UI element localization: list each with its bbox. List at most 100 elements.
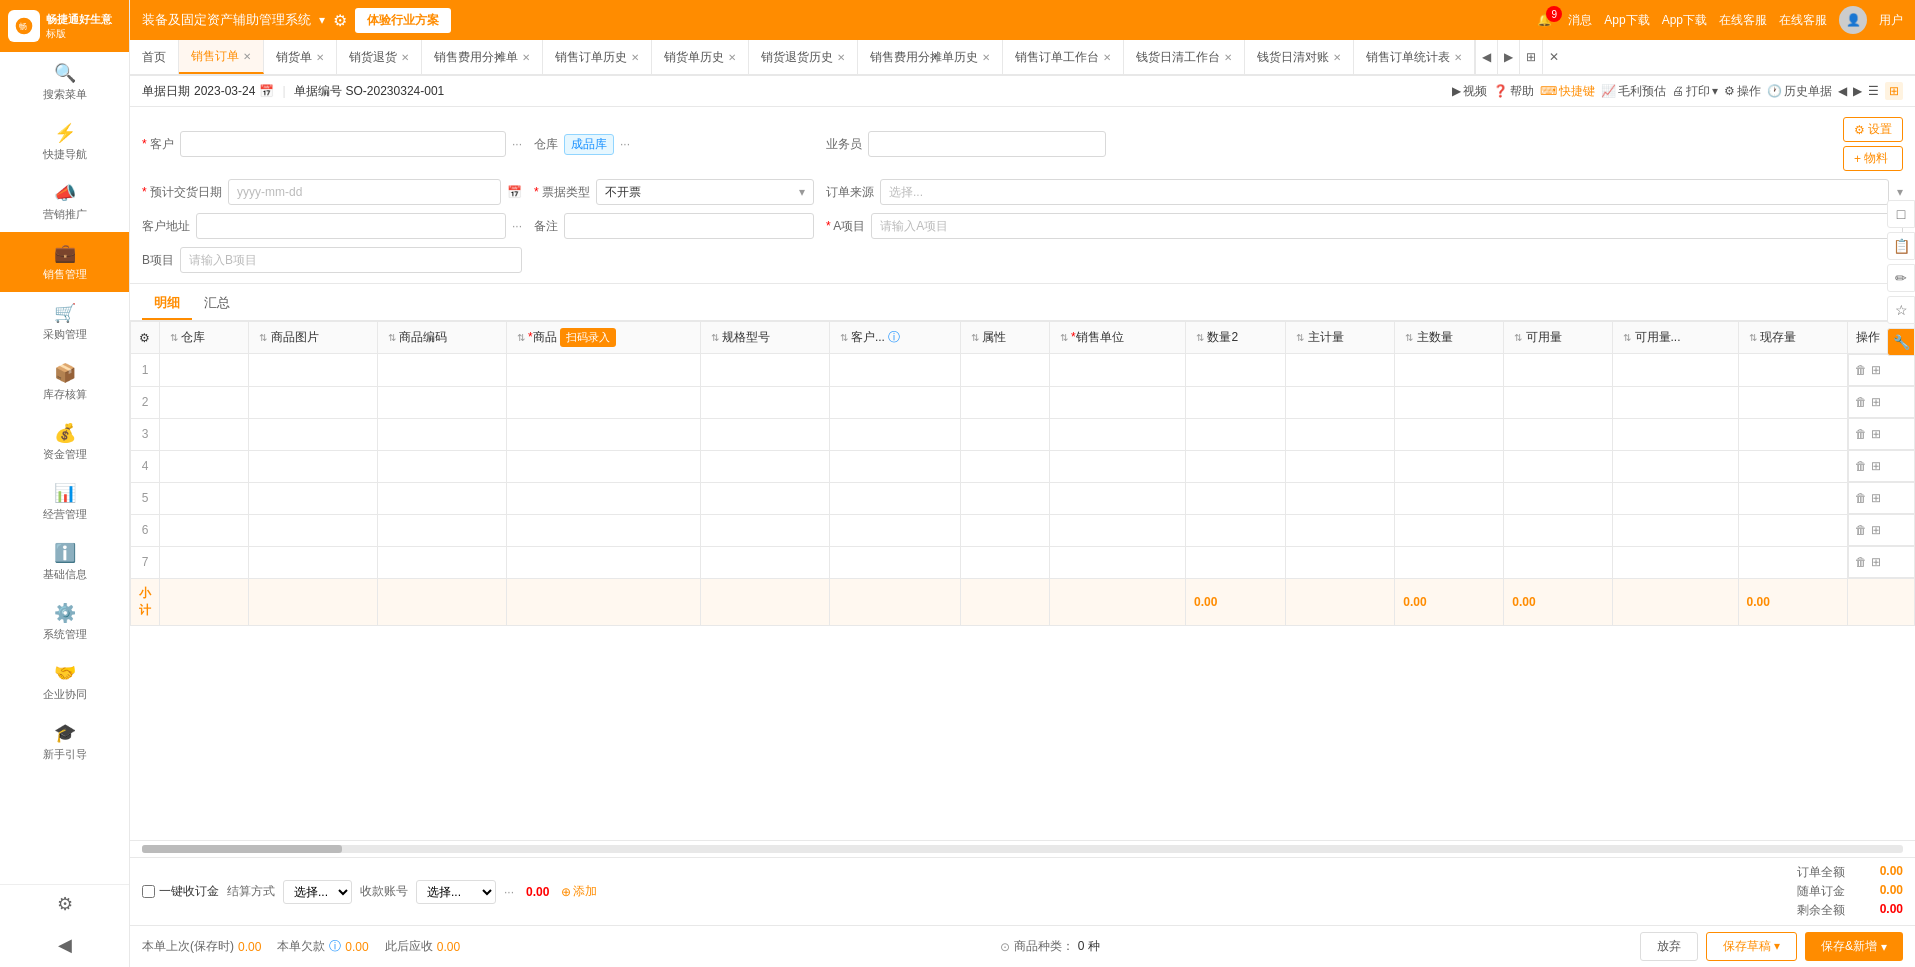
row-sales-unit[interactable] — [1049, 450, 1185, 482]
tab-sales-return[interactable]: 销货退货 ✕ — [337, 40, 422, 74]
row-main-qty[interactable] — [1395, 354, 1504, 387]
staff-input[interactable] — [868, 131, 1106, 157]
sidebar-collapse-btn[interactable]: ◀ — [0, 926, 129, 967]
solution-button[interactable]: 体验行业方案 — [355, 8, 451, 33]
row-stock[interactable] — [1738, 418, 1847, 450]
row-main-unit[interactable] — [1286, 482, 1395, 514]
row-qty2[interactable] — [1186, 450, 1286, 482]
row-customer-code[interactable] — [829, 546, 960, 579]
row-qty2[interactable] — [1186, 354, 1286, 387]
row-code[interactable] — [377, 354, 506, 387]
delete-icon[interactable]: 🗑 — [1855, 363, 1867, 377]
row-main-unit[interactable] — [1286, 546, 1395, 579]
row-available[interactable] — [1504, 546, 1613, 579]
row-spec[interactable] — [700, 546, 829, 579]
tab-sales-expense-split[interactable]: 销售费用分摊单 ✕ — [422, 40, 543, 74]
sidebar-item-newbie[interactable]: 🎓 新手引导 — [0, 712, 129, 772]
sort-icon[interactable]: ⇅ — [1405, 332, 1413, 343]
tab-sales-stats[interactable]: 销售订单统计表 ✕ — [1354, 40, 1475, 74]
row-qty2[interactable] — [1186, 418, 1286, 450]
profit-btn[interactable]: 📈 毛利预估 — [1601, 83, 1666, 100]
row-qty2[interactable] — [1186, 386, 1286, 418]
sidebar-item-quick-nav[interactable]: ⚡ 快捷导航 — [0, 112, 129, 172]
sidebar-settings-btn[interactable]: ⚙ — [0, 885, 129, 926]
tab-next-btn[interactable]: ▶ — [1497, 40, 1519, 74]
sticky-edit-icon[interactable]: ✏ — [1887, 264, 1915, 292]
row-available[interactable] — [1504, 514, 1613, 546]
tab-daily-clear-workbench[interactable]: 钱货日清工作台 ✕ — [1124, 40, 1245, 74]
row-sales-unit[interactable] — [1049, 354, 1185, 387]
sidebar-item-operations[interactable]: 📊 经营管理 — [0, 472, 129, 532]
sort-icon[interactable]: ⇅ — [259, 332, 267, 343]
save-draft-button[interactable]: 保存草稿 ▾ — [1706, 932, 1797, 961]
delete-icon[interactable]: 🗑 — [1855, 523, 1867, 537]
row-customer-code[interactable] — [829, 354, 960, 387]
online-service-btn[interactable]: 在线客服 — [1719, 12, 1767, 29]
customer-input[interactable] — [180, 131, 506, 157]
save-new-button[interactable]: 保存&新增 ▾ — [1805, 932, 1903, 961]
tab-close-all-btn[interactable]: ✕ — [1542, 40, 1565, 74]
row-available[interactable] — [1504, 450, 1613, 482]
row-available2[interactable] — [1613, 482, 1738, 514]
row-main-unit[interactable] — [1286, 418, 1395, 450]
app-download-link[interactable]: App下载 — [1604, 12, 1649, 29]
row-available2[interactable] — [1613, 514, 1738, 546]
row-warehouse[interactable] — [160, 418, 249, 450]
row-sales-unit[interactable] — [1049, 546, 1185, 579]
row-product[interactable] — [506, 354, 700, 387]
row-image[interactable] — [249, 482, 378, 514]
tab-sales-order[interactable]: 销售订单 ✕ — [179, 40, 264, 74]
sidebar-item-enterprise[interactable]: 🤝 企业协同 — [0, 652, 129, 712]
row-qty2[interactable] — [1186, 546, 1286, 579]
sidebar-item-marketing[interactable]: 📣 营销推广 — [0, 172, 129, 232]
row-image[interactable] — [249, 546, 378, 579]
calendar-icon[interactable]: 📅 — [259, 84, 274, 98]
sticky-star-icon[interactable]: ☆ — [1887, 296, 1915, 324]
tab-detail[interactable]: 明细 — [142, 288, 192, 320]
copy-row-icon[interactable]: ⊞ — [1871, 491, 1881, 505]
one-click-deposit-label[interactable]: 一键收订金 — [159, 883, 219, 900]
row-product[interactable] — [506, 546, 700, 579]
delete-icon[interactable]: 🗑 — [1855, 395, 1867, 409]
sort-icon[interactable]: ⇅ — [1196, 332, 1204, 343]
copy-row-icon[interactable]: ⊞ — [1871, 427, 1881, 441]
row-customer-code[interactable] — [829, 418, 960, 450]
row-code[interactable] — [377, 482, 506, 514]
horizontal-scrollbar[interactable] — [142, 845, 1903, 853]
sort-icon[interactable]: ⇅ — [517, 332, 525, 343]
row-product[interactable] — [506, 482, 700, 514]
save-new-dropdown-icon[interactable]: ▾ — [1881, 940, 1887, 954]
row-image[interactable] — [249, 354, 378, 387]
add-product-button[interactable]: + 物料 — [1843, 146, 1903, 171]
row-warehouse[interactable] — [160, 482, 249, 514]
row-image[interactable] — [249, 450, 378, 482]
row-product[interactable] — [506, 386, 700, 418]
row-code[interactable] — [377, 450, 506, 482]
tab-home[interactable]: 首页 — [130, 40, 179, 74]
row-spec[interactable] — [700, 386, 829, 418]
address-input[interactable] — [196, 213, 506, 239]
row-customer-code[interactable] — [829, 386, 960, 418]
row-main-qty[interactable] — [1395, 418, 1504, 450]
row-attribute[interactable] — [960, 482, 1049, 514]
column-settings-icon[interactable]: ⚙ — [139, 331, 150, 345]
tab-close-icon[interactable]: ✕ — [1333, 52, 1341, 63]
sidebar-item-finance[interactable]: 💰 资金管理 — [0, 412, 129, 472]
row-sales-unit[interactable] — [1049, 514, 1185, 546]
sidebar-item-purchase[interactable]: 🛒 采购管理 — [0, 292, 129, 352]
row-stock[interactable] — [1738, 546, 1847, 579]
row-main-qty[interactable] — [1395, 482, 1504, 514]
row-warehouse[interactable] — [160, 546, 249, 579]
row-qty2[interactable] — [1186, 482, 1286, 514]
sort-icon[interactable]: ⇅ — [170, 332, 178, 343]
header-gear-icon[interactable]: ⚙ — [333, 11, 347, 30]
tab-daily-reconcile[interactable]: 钱货日清对账 ✕ — [1245, 40, 1354, 74]
row-available2[interactable] — [1613, 386, 1738, 418]
th-settings[interactable]: ⚙ — [131, 322, 160, 354]
order-source-dropdown-icon[interactable]: ▾ — [1897, 185, 1903, 199]
tab-close-icon[interactable]: ✕ — [316, 52, 324, 63]
row-attribute[interactable] — [960, 418, 1049, 450]
tab-return-history[interactable]: 销货退货历史 ✕ — [749, 40, 858, 74]
operation-btn[interactable]: ⚙ 操作 — [1724, 83, 1761, 100]
row-attribute[interactable] — [960, 386, 1049, 418]
